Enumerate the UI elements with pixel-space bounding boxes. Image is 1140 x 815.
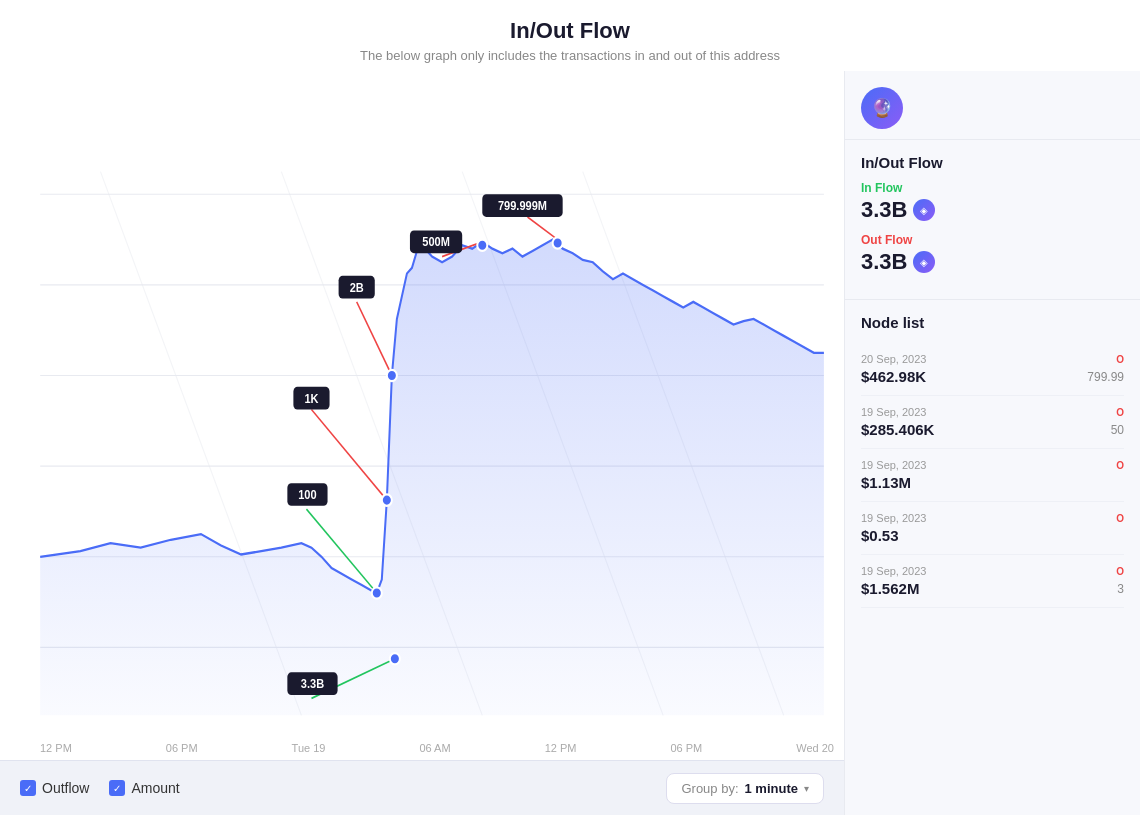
svg-point-20 — [477, 240, 487, 251]
node-badge: O — [1116, 354, 1124, 365]
page-subtitle: The below graph only includes the transa… — [0, 48, 1140, 63]
x-label-6: 06 PM — [670, 742, 702, 754]
node-sub: 3 — [1117, 582, 1124, 596]
out-flow-row: Out Flow 3.3B ◈ — [861, 233, 1124, 275]
avatar-row: 🔮 — [845, 71, 1140, 140]
node-date-row: 19 Sep, 2023 O — [861, 512, 1124, 524]
main-layout: 2B 1K 100 3.3B 500M 799.999M 12 PM — [0, 71, 1140, 815]
in-flow-label: In Flow — [861, 181, 1124, 195]
outflow-checkbox-box: ✓ — [20, 780, 36, 796]
node-date: 20 Sep, 2023 — [861, 353, 926, 365]
svg-line-15 — [528, 217, 558, 240]
node-list-section: Node list 20 Sep, 2023 O $462.98K 799.99… — [845, 300, 1140, 815]
chart-container: 2B 1K 100 3.3B 500M 799.999M — [0, 81, 844, 738]
group-by-button[interactable]: Group by: 1 minute ▾ — [666, 773, 824, 804]
node-date-row: 19 Sep, 2023 O — [861, 459, 1124, 471]
x-label-5: 12 PM — [545, 742, 577, 754]
outflow-label: Outflow — [42, 780, 89, 796]
page-title: In/Out Flow — [0, 18, 1140, 44]
node-amount: $1.562M — [861, 580, 919, 597]
out-flow-value-row: 3.3B ◈ — [861, 249, 1124, 275]
svg-point-17 — [382, 494, 392, 505]
node-badge: O — [1116, 460, 1124, 471]
out-flow-label: Out Flow — [861, 233, 1124, 247]
bottom-bar: ✓ Outflow ✓ Amount Group by: 1 minute ▾ — [0, 760, 844, 815]
chart-area: 2B 1K 100 3.3B 500M 799.999M 12 PM — [0, 71, 845, 815]
node-date-row: 20 Sep, 2023 O — [861, 353, 1124, 365]
list-item[interactable]: 19 Sep, 2023 O $1.13M — [861, 449, 1124, 502]
out-flow-token-badge: ◈ — [913, 251, 935, 273]
node-date: 19 Sep, 2023 — [861, 512, 926, 524]
right-panel: 🔮 In/Out Flow In Flow 3.3B ◈ Out Flow 3.… — [845, 71, 1140, 815]
amount-label: Amount — [131, 780, 179, 796]
page-header: In/Out Flow The below graph only include… — [0, 0, 1140, 71]
flow-section: In/Out Flow In Flow 3.3B ◈ Out Flow 3.3B… — [845, 140, 1140, 300]
node-date: 19 Sep, 2023 — [861, 406, 926, 418]
amount-checkbox-box: ✓ — [109, 780, 125, 796]
token-icon-2: ◈ — [920, 257, 928, 268]
svg-line-10 — [357, 302, 392, 376]
node-date: 19 Sep, 2023 — [861, 459, 926, 471]
x-label-3: Tue 19 — [292, 742, 326, 754]
node-date-row: 19 Sep, 2023 O — [861, 565, 1124, 577]
node-badge: O — [1116, 407, 1124, 418]
list-item[interactable]: 20 Sep, 2023 O $462.98K 799.99 — [861, 343, 1124, 396]
flow-section-title: In/Out Flow — [861, 154, 1124, 171]
node-amount: $0.53 — [861, 527, 899, 544]
token-icon: ◈ — [920, 205, 928, 216]
svg-point-16 — [387, 370, 397, 381]
node-list-title: Node list — [861, 314, 1124, 331]
node-sub: 799.99 — [1087, 370, 1124, 384]
outflow-checkbox[interactable]: ✓ Outflow — [20, 780, 89, 796]
node-amount: $285.406K — [861, 421, 934, 438]
in-flow-value: 3.3B — [861, 197, 907, 223]
x-axis: 12 PM 06 PM Tue 19 06 AM 12 PM 06 PM Wed… — [0, 738, 844, 760]
out-flow-value: 3.3B — [861, 249, 907, 275]
svg-text:100: 100 — [298, 487, 317, 501]
node-amount: $1.13M — [861, 474, 911, 491]
node-date-row: 19 Sep, 2023 O — [861, 406, 1124, 418]
node-date: 19 Sep, 2023 — [861, 565, 926, 577]
svg-text:3.3B: 3.3B — [301, 677, 324, 691]
group-by-value: 1 minute — [745, 781, 798, 796]
dropdown-arrow-icon: ▾ — [804, 783, 809, 794]
node-sub: 50 — [1111, 423, 1124, 437]
amount-checkbox[interactable]: ✓ Amount — [109, 780, 179, 796]
list-item[interactable]: 19 Sep, 2023 O $1.562M 3 — [861, 555, 1124, 608]
in-flow-token-badge: ◈ — [913, 199, 935, 221]
chart-svg: 2B 1K 100 3.3B 500M 799.999M — [0, 81, 844, 738]
node-amount-row: $462.98K 799.99 — [861, 368, 1124, 385]
in-flow-row: In Flow 3.3B ◈ — [861, 181, 1124, 223]
svg-point-21 — [553, 237, 563, 248]
node-badge: O — [1116, 513, 1124, 524]
node-amount: $462.98K — [861, 368, 926, 385]
svg-text:799.999M: 799.999M — [498, 198, 547, 212]
list-item[interactable]: 19 Sep, 2023 O $0.53 — [861, 502, 1124, 555]
node-amount-row: $1.562M 3 — [861, 580, 1124, 597]
avatar: 🔮 — [861, 87, 903, 129]
svg-point-19 — [390, 653, 400, 664]
node-amount-row: $0.53 — [861, 527, 1124, 544]
list-item[interactable]: 19 Sep, 2023 O $285.406K 50 — [861, 396, 1124, 449]
node-amount-row: $285.406K 50 — [861, 421, 1124, 438]
x-label-4: 06 AM — [419, 742, 450, 754]
x-label-2: 06 PM — [166, 742, 198, 754]
group-by-prefix: Group by: — [681, 781, 738, 796]
node-amount-row: $1.13M — [861, 474, 1124, 491]
node-badge: O — [1116, 566, 1124, 577]
in-flow-value-row: 3.3B ◈ — [861, 197, 1124, 223]
node-list-container: 20 Sep, 2023 O $462.98K 799.99 19 Sep, 2… — [861, 343, 1124, 608]
svg-text:500M: 500M — [422, 235, 450, 249]
svg-point-18 — [372, 587, 382, 598]
x-label-7: Wed 20 — [796, 742, 834, 754]
svg-text:2B: 2B — [350, 280, 364, 294]
x-label-1: 12 PM — [40, 742, 72, 754]
avatar-icon: 🔮 — [871, 97, 893, 119]
svg-text:1K: 1K — [304, 391, 319, 405]
